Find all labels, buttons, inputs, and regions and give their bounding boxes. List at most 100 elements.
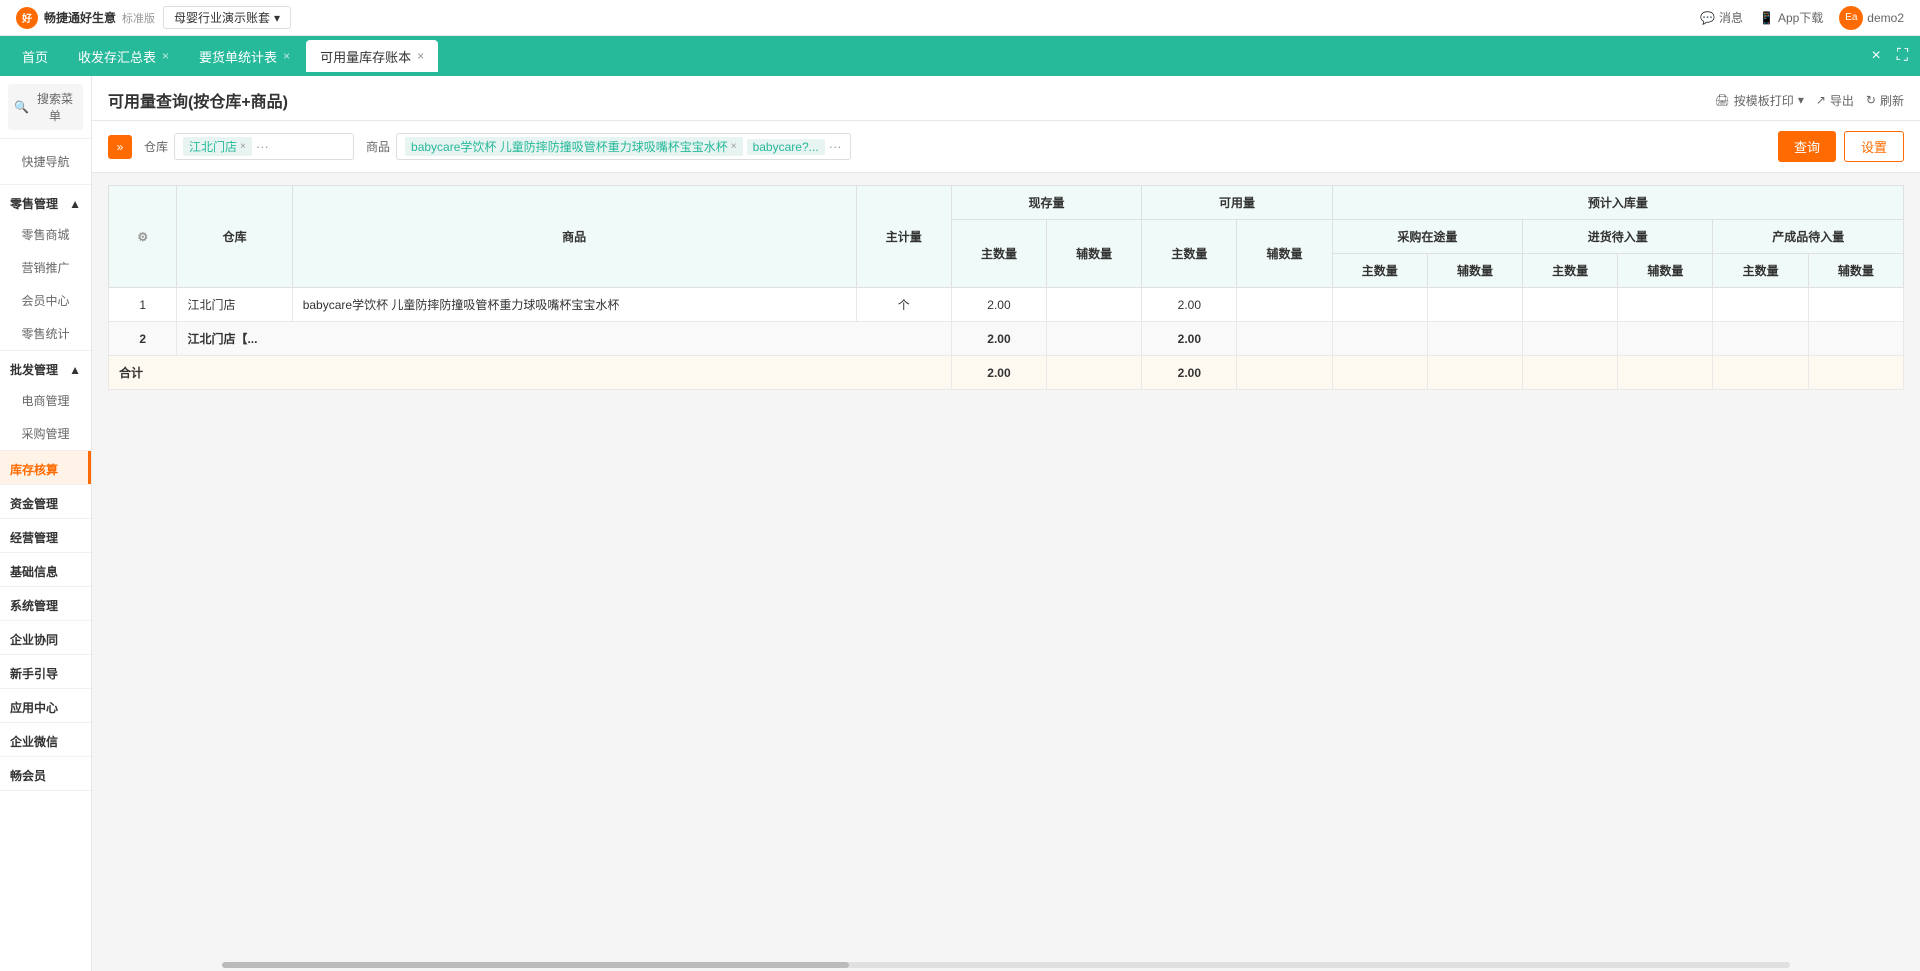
filter-expand-button[interactable]: »	[108, 135, 132, 159]
col-settings-header[interactable]: ⚙	[109, 186, 177, 288]
sidebar-item-quick-nav[interactable]: 快捷导航	[0, 145, 91, 178]
col-purch-pending-main-header: 主数量	[1523, 254, 1618, 288]
warehouse-label: 仓库	[144, 138, 168, 155]
sidebar-item-enterprise[interactable]: 企业协同	[0, 621, 91, 654]
tab-order-stats[interactable]: 要货单统计表 ×	[185, 40, 304, 72]
product-tag-1-value: babycare学饮杯 儿童防摔防撞吸管杯重力球吸嘴杯宝宝水杯	[411, 138, 728, 155]
sidebar-group-enterprise-wechat-label: 企业微信	[10, 733, 58, 750]
subtotal-stock-sub	[1047, 322, 1142, 356]
export-button[interactable]: ↗ 导出	[1816, 92, 1854, 109]
col-forecast-group-header: 预计入库量	[1332, 186, 1903, 220]
warehouse-tag-value: 江北门店	[189, 138, 237, 155]
product-more-icon[interactable]: ···	[829, 139, 842, 154]
search-icon: 🔍	[14, 100, 29, 114]
print-dropdown-icon: ▾	[1798, 93, 1804, 107]
sidebar-group-new-guide: 新手引导	[0, 655, 91, 689]
message-icon: 💬	[1700, 11, 1715, 25]
tab-available-stock-label: 可用量库存账本	[320, 47, 411, 66]
filter-actions: 查询 设置	[1778, 131, 1904, 162]
settings-button[interactable]: 设置	[1844, 131, 1904, 162]
col-purchase-in-transit-header: 采购在途量	[1332, 220, 1522, 254]
fullscreen-button[interactable]: ⛶	[1893, 43, 1912, 69]
scroll-thumb[interactable]	[222, 962, 849, 968]
sidebar-group-operations-label: 经营管理	[10, 529, 58, 546]
tab-receivable[interactable]: 收发存汇总表 ×	[64, 40, 183, 72]
tab-available-stock-close[interactable]: ×	[417, 49, 424, 63]
row-product-1: babycare学饮杯 儿童防摔防撞吸管杯重力球吸嘴杯宝宝水杯	[292, 288, 856, 322]
logo-area: 好 畅捷通好生意 标准版	[16, 7, 155, 29]
warehouse-tag-close[interactable]: ×	[240, 141, 246, 152]
sidebar-item-purchase[interactable]: 采购管理	[0, 417, 91, 450]
tab-available-stock[interactable]: 可用量库存账本 ×	[306, 40, 438, 72]
sidebar-item-operations[interactable]: 经营管理	[0, 519, 91, 552]
product-tag-2: babycare?...	[747, 139, 825, 155]
sidebar-item-marketing[interactable]: 营销推广	[0, 251, 91, 284]
table-header-row-1: ⚙ 仓库 商品 主计量 现存量 可用量 预计入库量	[109, 186, 1904, 220]
product-tag-1-close[interactable]: ×	[731, 141, 737, 152]
close-all-tabs-button[interactable]: ×	[1867, 43, 1884, 69]
sidebar-item-new-guide[interactable]: 新手引导	[0, 655, 91, 688]
sidebar-group-finance-label: 资金管理	[10, 495, 58, 512]
tab-receivable-close[interactable]: ×	[162, 49, 169, 63]
product-tag-1: babycare学饮杯 儿童防摔防撞吸管杯重力球吸嘴杯宝宝水杯 ×	[405, 137, 743, 156]
col-product-pending-header: 产成品待入量	[1713, 220, 1904, 254]
row-stock-sub-1	[1047, 288, 1142, 322]
sidebar-item-system[interactable]: 系统管理	[0, 587, 91, 620]
sidebar-item-retail-stats[interactable]: 零售统计	[0, 317, 91, 350]
app-download-label: App下载	[1778, 9, 1823, 26]
warehouse-more-icon[interactable]: ···	[256, 139, 269, 154]
sidebar-item-finance[interactable]: 资金管理	[0, 485, 91, 518]
refresh-label: 刷新	[1880, 92, 1904, 109]
avatar: Ea	[1839, 6, 1863, 30]
subtotal-purch-transit-sub	[1427, 322, 1522, 356]
subtotal-label: 江北门店【...	[177, 322, 951, 356]
search-button[interactable]: 查询	[1778, 131, 1836, 162]
industry-dropdown-icon: ▾	[274, 11, 280, 25]
sidebar-item-retail-shop[interactable]: 零售商城	[0, 218, 91, 251]
col-purch-pending-sub-header: 辅数量	[1618, 254, 1713, 288]
sidebar-group-enterprise-wechat: 企业微信	[0, 723, 91, 757]
sidebar-item-app-center[interactable]: 应用中心	[0, 689, 91, 722]
product-label: 商品	[366, 138, 390, 155]
table-settings-icon[interactable]: ⚙	[133, 227, 153, 247]
footer-stock-sub	[1047, 356, 1142, 390]
app-download-button[interactable]: 📱 App下载	[1759, 9, 1823, 26]
warehouse-tag: 江北门店 ×	[183, 137, 252, 156]
refresh-icon: ↻	[1866, 93, 1876, 107]
logo-icon: 好	[16, 7, 38, 29]
sidebar-group-wholesale-header[interactable]: 批发管理 ▲	[0, 351, 91, 384]
sidebar-item-member[interactable]: 会员中心	[0, 284, 91, 317]
tab-order-stats-label: 要货单统计表	[199, 47, 277, 66]
sidebar-item-member-plus[interactable]: 畅会员	[0, 757, 91, 790]
tab-home-label: 首页	[22, 47, 48, 66]
print-button[interactable]: 🖨 按模板打印 ▾	[1715, 92, 1804, 109]
sidebar-search-area: 🔍 搜索菜单	[0, 76, 91, 139]
sidebar-item-inventory[interactable]: 库存核算	[0, 451, 91, 484]
warehouse-filter: 仓库 江北门店 × ···	[144, 133, 354, 160]
horizontal-scrollbar[interactable]	[92, 959, 1920, 971]
col-prod-pending-main-header: 主数量	[1713, 254, 1808, 288]
sidebar-item-enterprise-wechat[interactable]: 企业微信	[0, 723, 91, 756]
message-button[interactable]: 💬 消息	[1700, 9, 1743, 26]
subtotal-purch-pending-main	[1523, 322, 1618, 356]
tab-order-stats-close[interactable]: ×	[283, 49, 290, 63]
col-warehouse-header: 仓库	[177, 186, 292, 288]
sidebar-group-enterprise: 企业协同	[0, 621, 91, 655]
sidebar-item-ecommerce[interactable]: 电商管理	[0, 384, 91, 417]
user-name: demo2	[1867, 11, 1904, 25]
product-input[interactable]: babycare学饮杯 儿童防摔防撞吸管杯重力球吸嘴杯宝宝水杯 × babyca…	[396, 133, 851, 160]
sidebar-item-basic-info[interactable]: 基础信息	[0, 553, 91, 586]
warehouse-input[interactable]: 江北门店 × ···	[174, 133, 354, 160]
sidebar-group-basic-info: 基础信息	[0, 553, 91, 587]
user-area[interactable]: Ea demo2	[1839, 6, 1904, 30]
search-menu-button[interactable]: 🔍 搜索菜单	[8, 84, 83, 130]
row-prod-pending-sub-1	[1808, 288, 1903, 322]
col-avail-main-header: 主数量	[1142, 220, 1237, 288]
col-avail-sub-header: 辅数量	[1237, 220, 1332, 288]
refresh-button[interactable]: ↻ 刷新	[1866, 92, 1904, 109]
filter-bar: » 仓库 江北门店 × ··· 商品 babycare学饮杯 儿童防摔防撞吸管杯…	[92, 121, 1920, 173]
industry-selector[interactable]: 母婴行业演示账套 ▾	[163, 6, 291, 29]
row-purch-pending-sub-1	[1618, 288, 1713, 322]
tab-home[interactable]: 首页	[8, 40, 62, 72]
sidebar-group-retail-header[interactable]: 零售管理 ▲	[0, 185, 91, 218]
